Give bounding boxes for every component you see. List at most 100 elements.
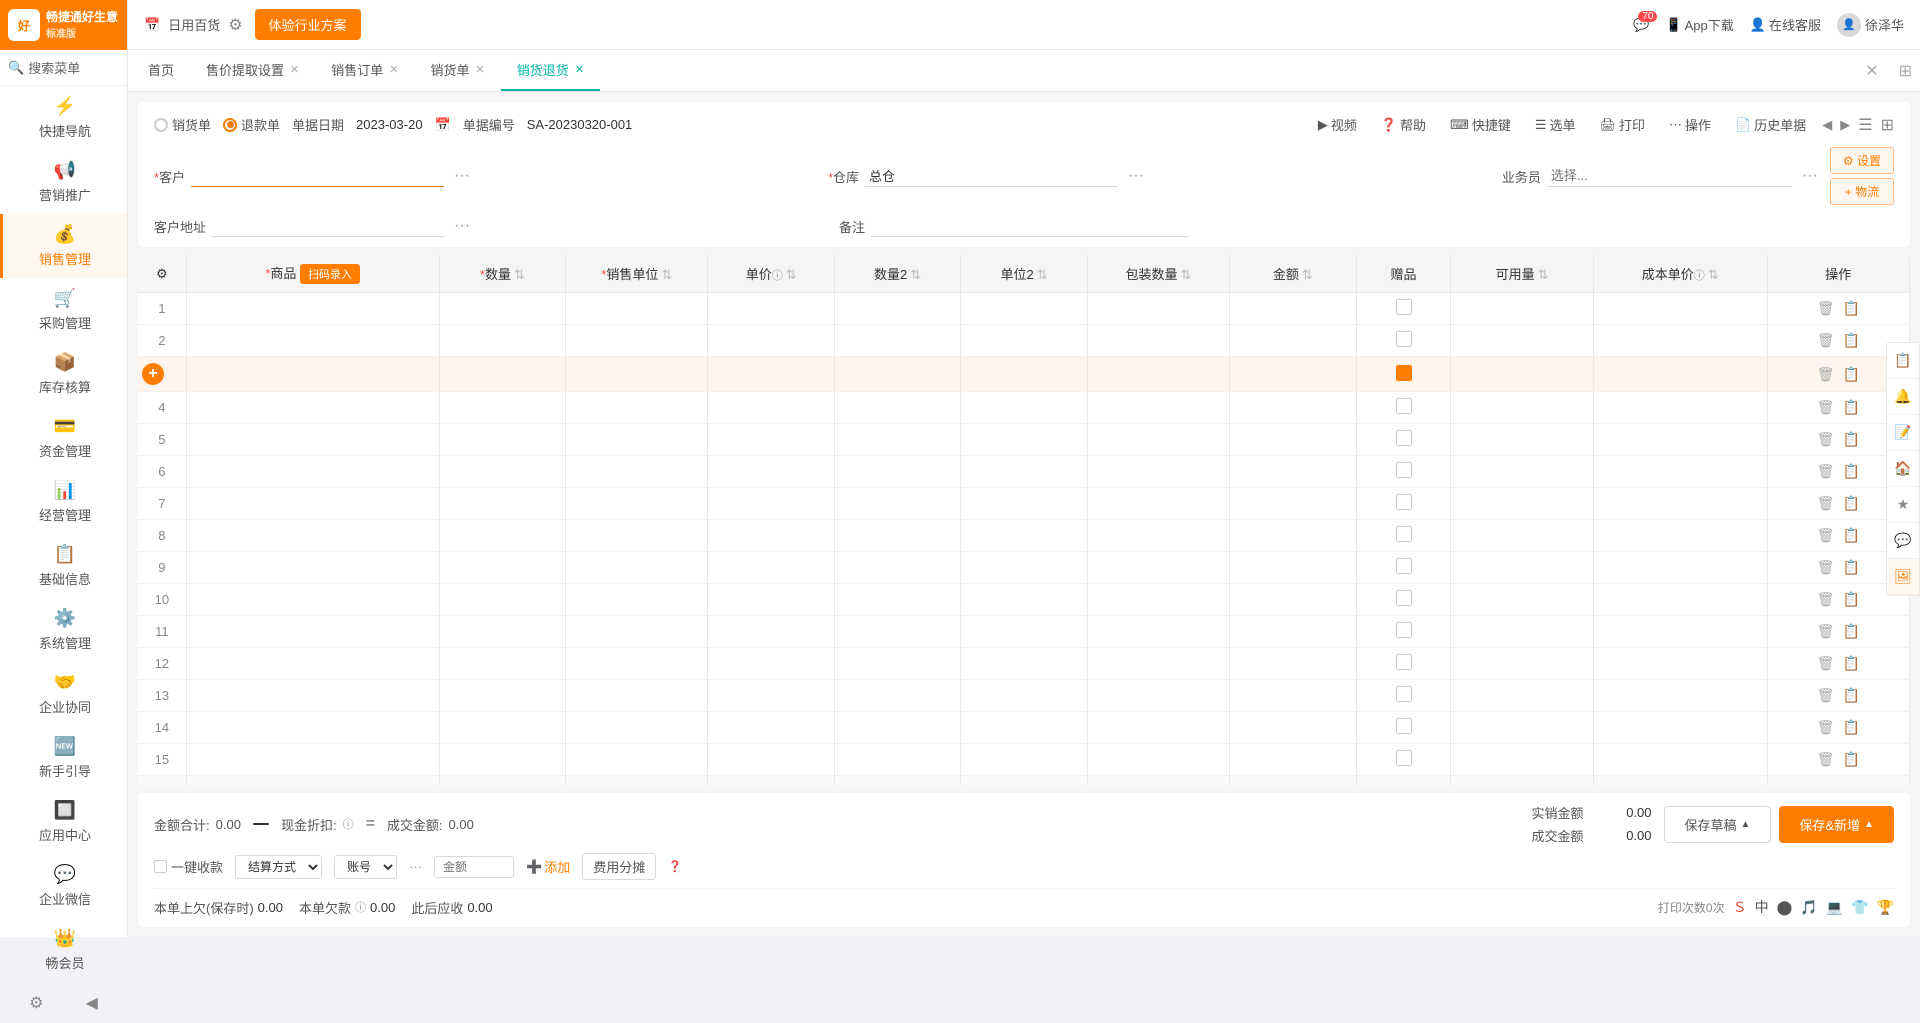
row-unit-3[interactable] [566,357,708,392]
row-price-11[interactable] [708,616,834,648]
one-click-collect-checkbox[interactable]: 一键收款 [154,857,223,876]
row-delete-15[interactable]: 🗑 [1817,751,1835,768]
gift-checkbox-6[interactable] [1396,462,1412,478]
row-cost-10[interactable] [1593,584,1767,616]
row-pkg-qty-12[interactable] [1087,648,1229,680]
row-product-6[interactable] [186,456,439,488]
payment-amount-input[interactable] [434,856,514,878]
row-product-1[interactable] [186,293,439,325]
settings-icon[interactable]: ⚙ [228,15,242,35]
row-qty-11[interactable] [439,616,565,648]
row-copy-3[interactable]: 📋 [1842,366,1859,383]
sidebar-collapse-icon[interactable]: ◀ [86,993,98,1013]
toolbar-video[interactable]: ▶ 视频 [1310,112,1365,137]
row-copy-12[interactable]: 📋 [1842,655,1859,672]
row-amount-2[interactable] [1230,325,1356,357]
row-copy-14[interactable]: 📋 [1842,719,1859,736]
row-pkg-qty-13[interactable] [1087,680,1229,712]
row-qty-9[interactable] [439,552,565,584]
row-amount-13[interactable] [1230,680,1356,712]
row-available-8[interactable] [1451,520,1593,552]
history-next[interactable]: ▶ [1840,117,1850,133]
gift-checkbox-7[interactable] [1396,494,1412,510]
row-qty2-8[interactable] [834,520,960,552]
row-unit2-6[interactable] [961,456,1087,488]
user-menu[interactable]: 👤 徐泽华 [1837,13,1904,37]
row-product-5[interactable] [186,424,439,456]
gift-checkbox-2[interactable] [1396,331,1412,347]
row-price-12[interactable] [708,648,834,680]
row-price-15[interactable] [708,744,834,776]
gift-checkbox-14[interactable] [1396,718,1412,734]
row-cost-15[interactable] [1593,744,1767,776]
view-grid-icon[interactable]: ⊞ [1881,115,1894,135]
row-qty-4[interactable] [439,392,565,424]
sidebar-item-purchase[interactable]: 🛒 采购管理 [0,278,127,342]
float-btn-6[interactable]: 💬 [1887,523,1919,559]
row-pkg-qty-9[interactable] [1087,552,1229,584]
row-amount-15[interactable] [1230,744,1356,776]
row-qty-10[interactable] [439,584,565,616]
toolbar-print[interactable]: 🖨 打印 [1592,112,1654,137]
row-delete-6[interactable]: 🗑 [1817,463,1835,480]
row-qty-1[interactable] [439,293,565,325]
gift-checkbox-13[interactable] [1396,686,1412,702]
row-unit-6[interactable] [566,456,708,488]
row-product-15[interactable] [186,744,439,776]
float-btn-3[interactable]: 📝 [1887,415,1919,451]
float-btn-5[interactable]: ★ [1887,487,1919,523]
tab-delivery[interactable]: 销货单 ✕ [414,50,500,91]
row-qty2-13[interactable] [834,680,960,712]
row-delete-9[interactable]: 🗑 [1817,559,1835,576]
row-available-3[interactable] [1451,357,1593,392]
row-delete-8[interactable]: 🗑 [1817,527,1835,544]
row-price-6[interactable] [708,456,834,488]
sidebar-item-enterprise[interactable]: 🤝 企业协同 [0,662,127,726]
row-copy-2[interactable]: 📋 [1842,332,1859,349]
row-available-13[interactable] [1451,680,1593,712]
row-copy-7[interactable]: 📋 [1842,495,1859,512]
gift-checkbox-8[interactable] [1396,526,1412,542]
row-unit2-4[interactable] [961,392,1087,424]
row-unit-12[interactable] [566,648,708,680]
row-available-12[interactable] [1451,648,1593,680]
gift-checkbox-5[interactable] [1396,430,1412,446]
row-cost-11[interactable] [1593,616,1767,648]
row-price-5[interactable] [708,424,834,456]
salesperson-picker[interactable]: ··· [1798,167,1822,185]
row-product-4[interactable] [186,392,439,424]
row-available-15[interactable] [1451,744,1593,776]
row-qty2-15[interactable] [834,744,960,776]
sidebar-item-shortcut[interactable]: ⚡ 快捷导航 [0,86,127,150]
toolbar-shortcut[interactable]: ⌨ 快捷键 [1442,112,1519,137]
tab-return-close[interactable]: ✕ [575,63,584,76]
scan-btn[interactable]: 扫码录入 [300,264,360,284]
row-price-10[interactable] [708,584,834,616]
gift-checkbox-11[interactable] [1396,622,1412,638]
row-qty-5[interactable] [439,424,565,456]
cta-button[interactable]: 体验行业方案 [255,9,361,40]
row-pkg-qty-15[interactable] [1087,744,1229,776]
row-unit-11[interactable] [566,616,708,648]
tab-sales-order-close[interactable]: ✕ [389,63,398,76]
gift-checkbox-15[interactable] [1396,750,1412,766]
row-pkg-qty-4[interactable] [1087,392,1229,424]
row-amount-6[interactable] [1230,456,1356,488]
settlement-method-select[interactable]: 结算方式 [235,855,322,879]
row-amount-12[interactable] [1230,648,1356,680]
row-available-4[interactable] [1451,392,1593,424]
float-btn-2[interactable]: 🔔 [1887,379,1919,415]
row-available-6[interactable] [1451,456,1593,488]
gift-checkbox-3[interactable] [1396,365,1412,381]
row-cost-1[interactable] [1593,293,1767,325]
row-delete-2[interactable]: 🗑 [1817,332,1835,349]
row-unit2-2[interactable] [961,325,1087,357]
row-amount-3[interactable] [1230,357,1356,392]
online-service-button[interactable]: 👤 在线客服 [1750,15,1821,34]
address-input[interactable] [212,215,444,237]
gift-checkbox-1[interactable] [1396,299,1412,315]
calendar-picker-icon[interactable]: 📅 [435,117,451,133]
row-amount-8[interactable] [1230,520,1356,552]
row-unit-14[interactable] [566,712,708,744]
sidebar-item-basic[interactable]: 📋 基础信息 [0,534,127,598]
